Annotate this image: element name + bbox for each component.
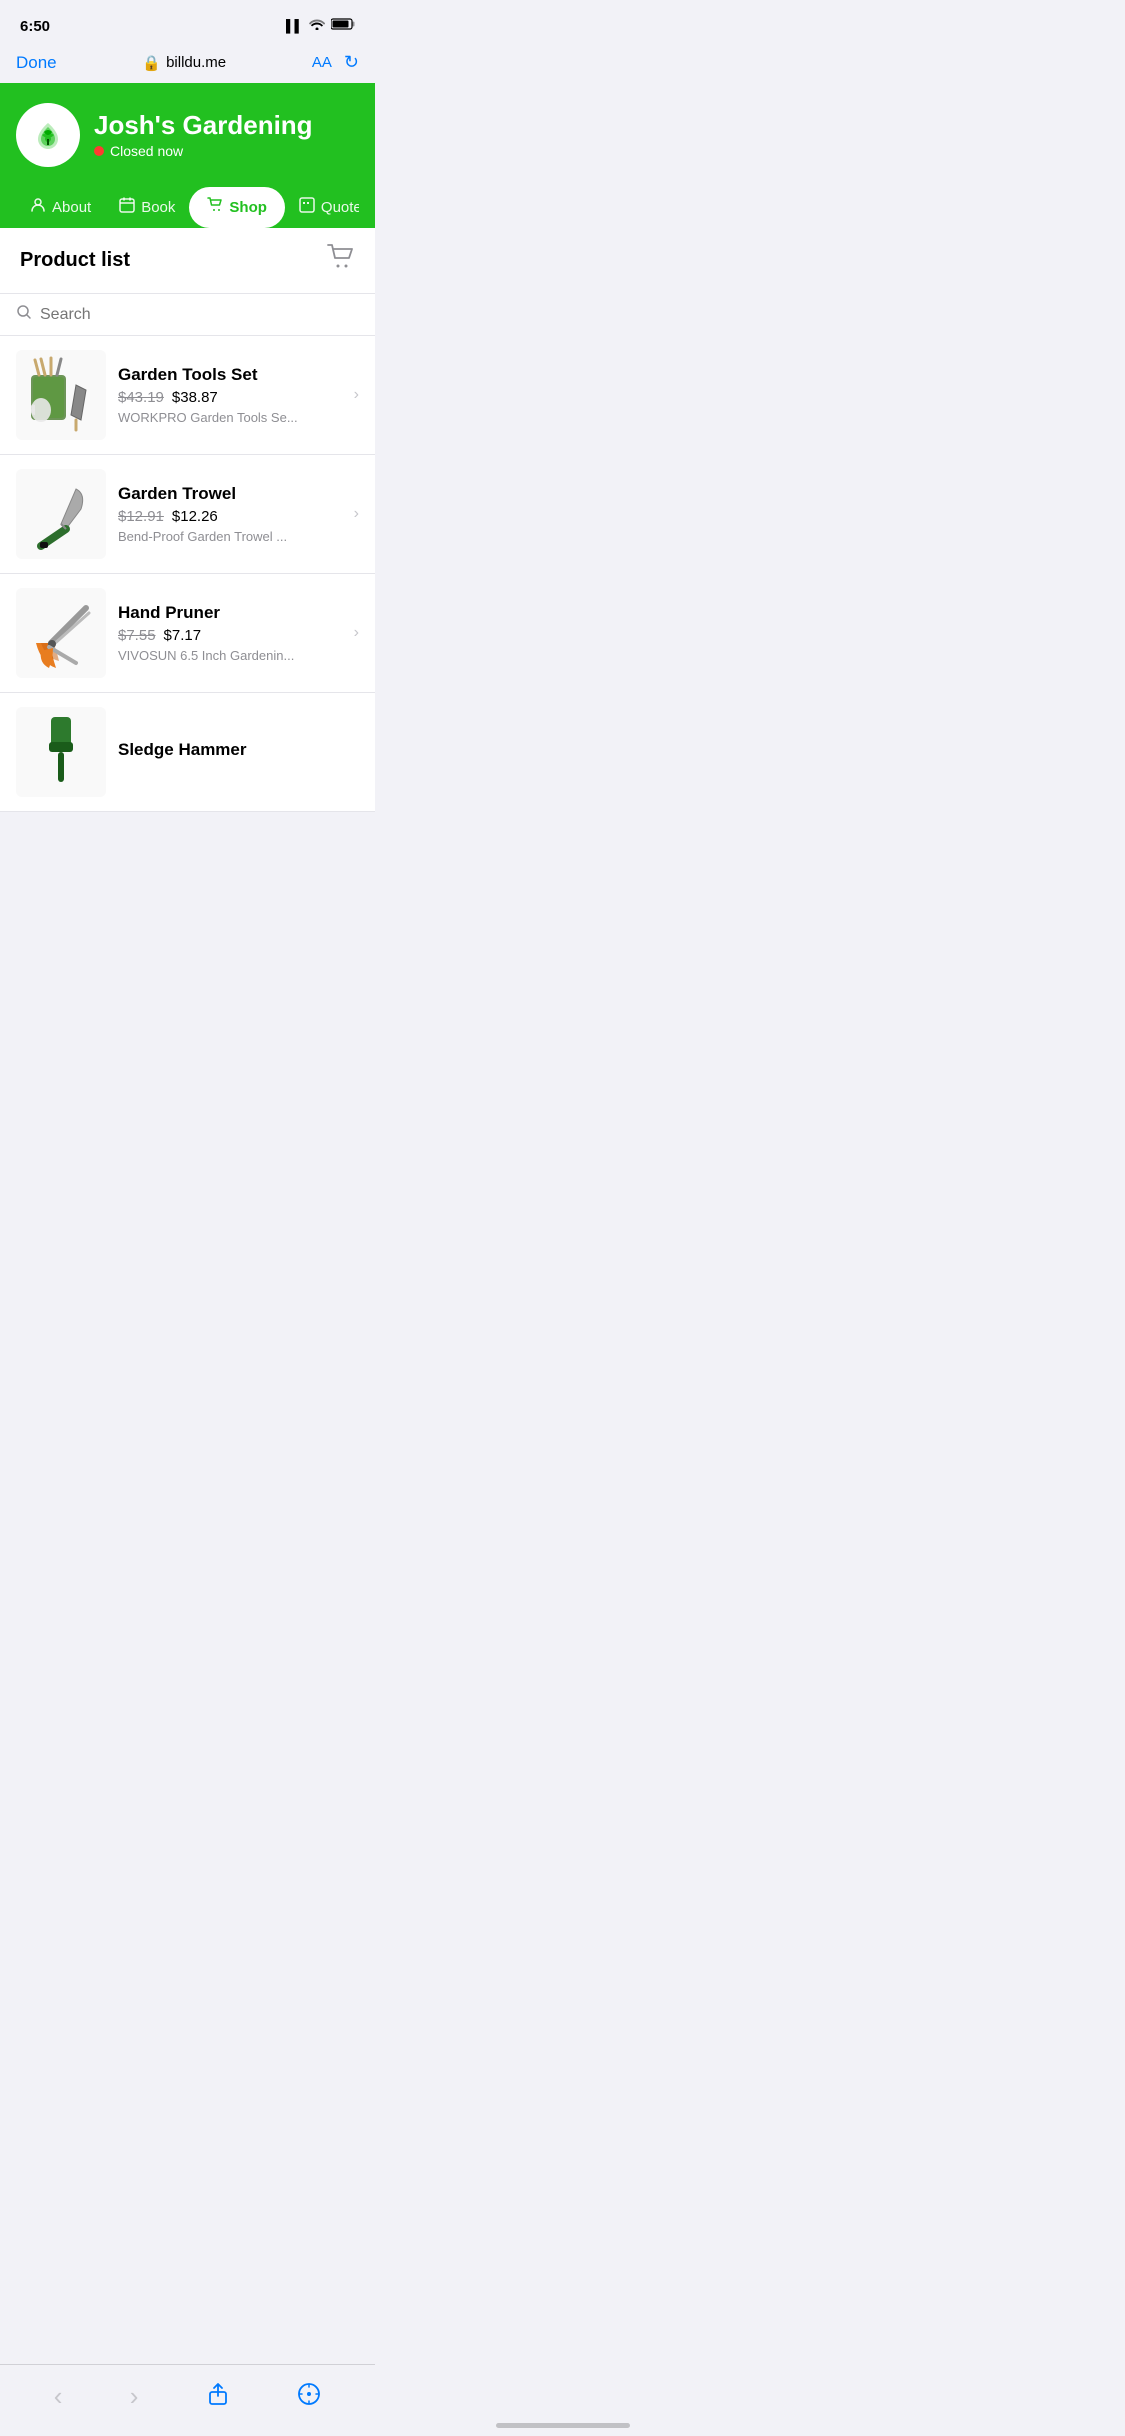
tab-book[interactable]: Book [105, 187, 189, 228]
product-name-4: Sledge Hammer [118, 740, 359, 760]
tab-about[interactable]: About [16, 187, 105, 228]
person-icon [30, 197, 46, 218]
product-list-title: Product list [20, 249, 130, 272]
product-image-2 [16, 469, 106, 559]
product-item-partial[interactable]: Sledge Hammer [0, 693, 375, 812]
quote-icon [299, 197, 315, 218]
price-original-2: $12.91 [118, 508, 164, 525]
product-image-4 [16, 707, 106, 797]
product-item[interactable]: Garden Tools Set $43.19 $38.87 WORKPRO G… [0, 336, 375, 455]
status-time: 6:50 [20, 18, 50, 35]
nav-tabs: About Book Shop [16, 187, 359, 228]
product-details-3: Hand Pruner $7.55 $7.17 VIVOSUN 6.5 Inch… [118, 603, 342, 663]
tab-about-label: About [52, 199, 91, 216]
product-name-2: Garden Trowel [118, 484, 342, 504]
product-prices-3: $7.55 $7.17 [118, 627, 342, 644]
main-content: Product list [0, 228, 375, 812]
cart-icon-tab [207, 197, 223, 218]
product-name-1: Garden Tools Set [118, 365, 342, 385]
product-details-1: Garden Tools Set $43.19 $38.87 WORKPRO G… [118, 365, 342, 425]
product-details-2: Garden Trowel $12.91 $12.26 Bend-Proof G… [118, 484, 342, 544]
status-bar: 6:50 ▌▌ [0, 0, 375, 44]
status-text: Closed now [110, 143, 183, 159]
product-list-header: Product list [0, 228, 375, 294]
product-image-1 [16, 350, 106, 440]
product-list: Garden Tools Set $43.19 $38.87 WORKPRO G… [0, 336, 375, 812]
business-name: Josh's Gardening [94, 111, 313, 140]
back-button[interactable]: ‹ [46, 2377, 71, 2416]
tab-quote[interactable]: Quote R [285, 187, 359, 228]
business-status: Closed now [94, 143, 313, 159]
search-container [0, 294, 375, 336]
price-current-1: $38.87 [172, 389, 218, 406]
battery-icon [331, 17, 355, 35]
tab-book-label: Book [141, 199, 175, 216]
aa-button[interactable]: AA [312, 54, 332, 71]
search-icon [16, 304, 32, 325]
search-input[interactable] [40, 306, 359, 324]
green-header: Josh's Gardening Closed now About [0, 83, 375, 228]
url-bar: 🔒 billdu.me [142, 54, 226, 72]
chevron-right-2: › [354, 505, 359, 523]
chevron-right-1: › [354, 386, 359, 404]
business-logo [16, 103, 80, 167]
compass-button[interactable] [289, 2378, 329, 2416]
browser-controls: AA ↻ [312, 52, 359, 73]
tab-shop-label: Shop [229, 199, 267, 216]
product-prices-1: $43.19 $38.87 [118, 389, 342, 406]
home-indicator [496, 2423, 630, 2428]
lock-icon: 🔒 [142, 54, 161, 72]
product-desc-3: VIVOSUN 6.5 Inch Gardenin... [118, 648, 342, 663]
share-button[interactable] [198, 2378, 238, 2416]
bottom-browser-bar: ‹ › [0, 2364, 375, 2436]
calendar-icon [119, 197, 135, 218]
browser-bar: Done 🔒 billdu.me AA ↻ [0, 44, 375, 83]
done-button[interactable]: Done [16, 53, 57, 73]
product-name-3: Hand Pruner [118, 603, 342, 623]
closed-status-dot [94, 146, 104, 156]
status-icons: ▌▌ [286, 17, 355, 35]
cart-icon-header[interactable] [327, 244, 355, 277]
url-text: billdu.me [166, 54, 226, 71]
tab-shop[interactable]: Shop [189, 187, 285, 228]
product-desc-1: WORKPRO Garden Tools Se... [118, 410, 342, 425]
tab-quote-label: Quote R [321, 199, 359, 216]
signal-icon: ▌▌ [286, 19, 303, 33]
business-details: Josh's Gardening Closed now [94, 111, 313, 160]
product-details-4: Sledge Hammer [118, 740, 359, 764]
forward-button[interactable]: › [122, 2377, 147, 2416]
price-current-3: $7.17 [164, 627, 202, 644]
chevron-right-3: › [354, 624, 359, 642]
wifi-icon [309, 17, 325, 35]
price-original-3: $7.55 [118, 627, 156, 644]
business-info: Josh's Gardening Closed now [16, 103, 359, 167]
product-image-3 [16, 588, 106, 678]
refresh-icon[interactable]: ↻ [344, 52, 359, 73]
product-prices-2: $12.91 $12.26 [118, 508, 342, 525]
product-item[interactable]: Hand Pruner $7.55 $7.17 VIVOSUN 6.5 Inch… [0, 574, 375, 693]
price-original-1: $43.19 [118, 389, 164, 406]
product-desc-2: Bend-Proof Garden Trowel ... [118, 529, 342, 544]
product-item[interactable]: Garden Trowel $12.91 $12.26 Bend-Proof G… [0, 455, 375, 574]
price-current-2: $12.26 [172, 508, 218, 525]
